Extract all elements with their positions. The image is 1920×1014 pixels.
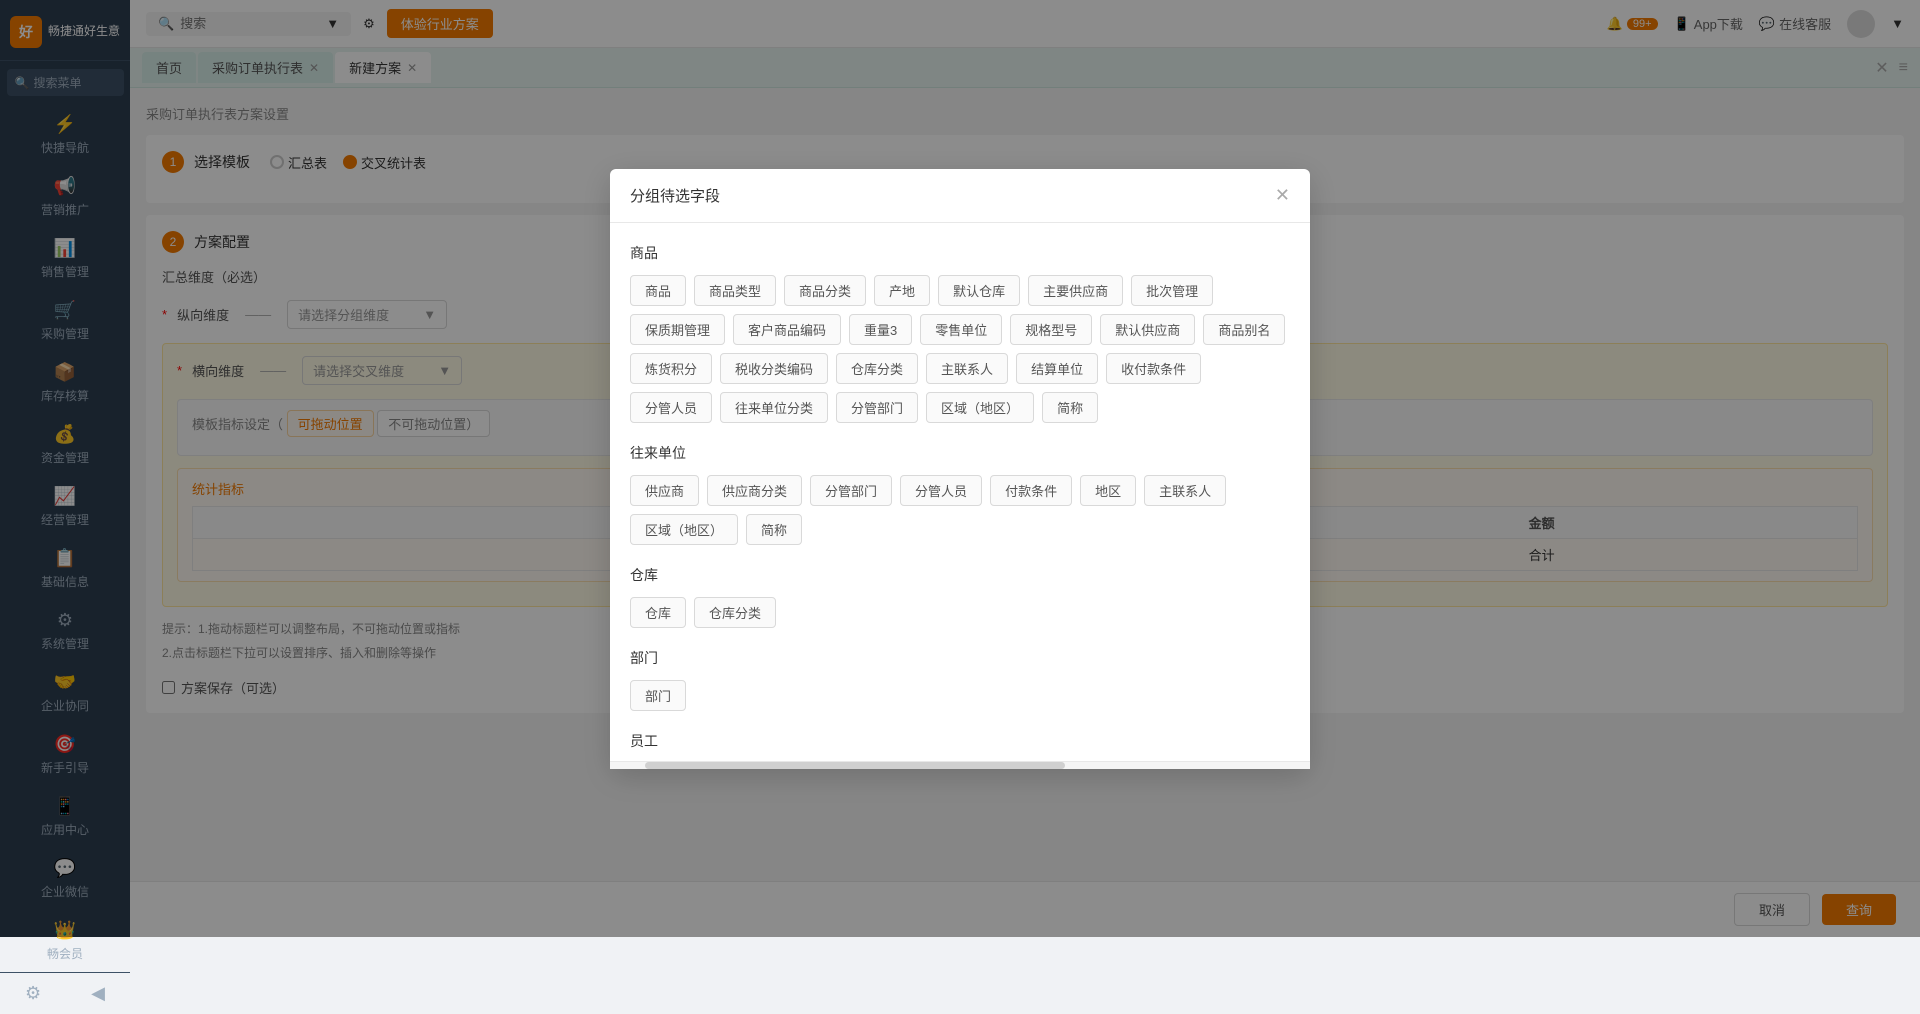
field-tag[interactable]: 默认仓库: [938, 275, 1020, 306]
field-tag[interactable]: 商品类型: [694, 275, 776, 306]
field-tag[interactable]: 部门: [630, 680, 686, 711]
field-tag[interactable]: 仓库分类: [694, 597, 776, 628]
modal-hscroll-thumb: [645, 762, 1065, 769]
field-section-department: 部门部门: [630, 648, 1290, 711]
field-tag[interactable]: 零售单位: [920, 314, 1002, 345]
modal-header: 分组待选字段 ✕: [610, 169, 1310, 223]
field-tag[interactable]: 炼货积分: [630, 353, 712, 384]
field-tag[interactable]: 仓库: [630, 597, 686, 628]
field-tag[interactable]: 区域（地区）: [926, 392, 1034, 423]
field-tag[interactable]: 简称: [1042, 392, 1098, 423]
field-tag[interactable]: 供应商: [630, 475, 699, 506]
field-tag[interactable]: 地区: [1080, 475, 1136, 506]
field-section-title-goods: 商品: [630, 243, 1290, 263]
modal-title: 分组待选字段: [630, 185, 720, 206]
field-section-title-staff: 员工: [630, 731, 1290, 751]
field-tag[interactable]: 默认供应商: [1100, 314, 1195, 345]
field-tag[interactable]: 主联系人: [1144, 475, 1226, 506]
field-tag[interactable]: 分管部门: [836, 392, 918, 423]
field-tag[interactable]: 分管人员: [900, 475, 982, 506]
field-tag[interactable]: 区域（地区）: [630, 514, 738, 545]
field-tag[interactable]: 商品分类: [784, 275, 866, 306]
field-section-goods: 商品商品商品类型商品分类产地默认仓库主要供应商批次管理保质期管理客户商品编码重量…: [630, 243, 1290, 423]
field-section-warehouse: 仓库仓库仓库分类: [630, 565, 1290, 628]
field-tag[interactable]: 商品: [630, 275, 686, 306]
settings-icon[interactable]: ⚙: [25, 983, 41, 1004]
modal-overlay: 分组待选字段 ✕ 商品商品商品类型商品分类产地默认仓库主要供应商批次管理保质期管…: [0, 0, 1920, 937]
sidebar-bottom: ⚙ ◀: [0, 972, 130, 1014]
field-select-modal: 分组待选字段 ✕ 商品商品商品类型商品分类产地默认仓库主要供应商批次管理保质期管…: [610, 169, 1310, 769]
modal-close-button[interactable]: ✕: [1275, 186, 1290, 204]
field-tag[interactable]: 商品别名: [1203, 314, 1285, 345]
field-tag[interactable]: 结算单位: [1016, 353, 1098, 384]
field-section-title-department: 部门: [630, 648, 1290, 668]
field-tag[interactable]: 主联系人: [926, 353, 1008, 384]
field-tag[interactable]: 重量3: [849, 314, 912, 345]
field-tag[interactable]: 分管人员: [630, 392, 712, 423]
field-tags-department: 部门: [630, 680, 1290, 711]
field-tag[interactable]: 仓库分类: [836, 353, 918, 384]
field-tag[interactable]: 收付款条件: [1106, 353, 1201, 384]
field-tag[interactable]: 批次管理: [1131, 275, 1213, 306]
field-tag[interactable]: 产地: [874, 275, 930, 306]
field-tag[interactable]: 往来单位分类: [720, 392, 828, 423]
field-tag[interactable]: 规格型号: [1010, 314, 1092, 345]
field-tag[interactable]: 税收分类编码: [720, 353, 828, 384]
field-section-staff: 员工业务员: [630, 731, 1290, 761]
field-tag[interactable]: 分管部门: [810, 475, 892, 506]
field-tags-counterpart: 供应商供应商分类分管部门分管人员付款条件地区主联系人区域（地区） 简称: [630, 475, 1290, 545]
field-tag[interactable]: 主要供应商: [1028, 275, 1123, 306]
field-tag[interactable]: 保质期管理: [630, 314, 725, 345]
field-tag[interactable]: 供应商分类: [707, 475, 802, 506]
modal-horizontal-scrollbar[interactable]: [610, 761, 1310, 769]
collapse-icon[interactable]: ◀: [91, 983, 105, 1004]
modal-body: 商品商品商品类型商品分类产地默认仓库主要供应商批次管理保质期管理客户商品编码重量…: [610, 223, 1310, 761]
field-section-title-counterpart: 往来单位: [630, 443, 1290, 463]
member-label: 畅会员: [47, 945, 83, 962]
field-tag[interactable]: 付款条件: [990, 475, 1072, 506]
field-tag[interactable]: 简称: [746, 514, 802, 545]
field-tags-warehouse: 仓库仓库分类: [630, 597, 1290, 628]
field-tag[interactable]: 客户商品编码: [733, 314, 841, 345]
field-section-title-warehouse: 仓库: [630, 565, 1290, 585]
field-section-counterpart: 往来单位供应商供应商分类分管部门分管人员付款条件地区主联系人区域（地区） 简称: [630, 443, 1290, 545]
field-tags-goods: 商品商品类型商品分类产地默认仓库主要供应商批次管理保质期管理客户商品编码重量3 零…: [630, 275, 1290, 423]
